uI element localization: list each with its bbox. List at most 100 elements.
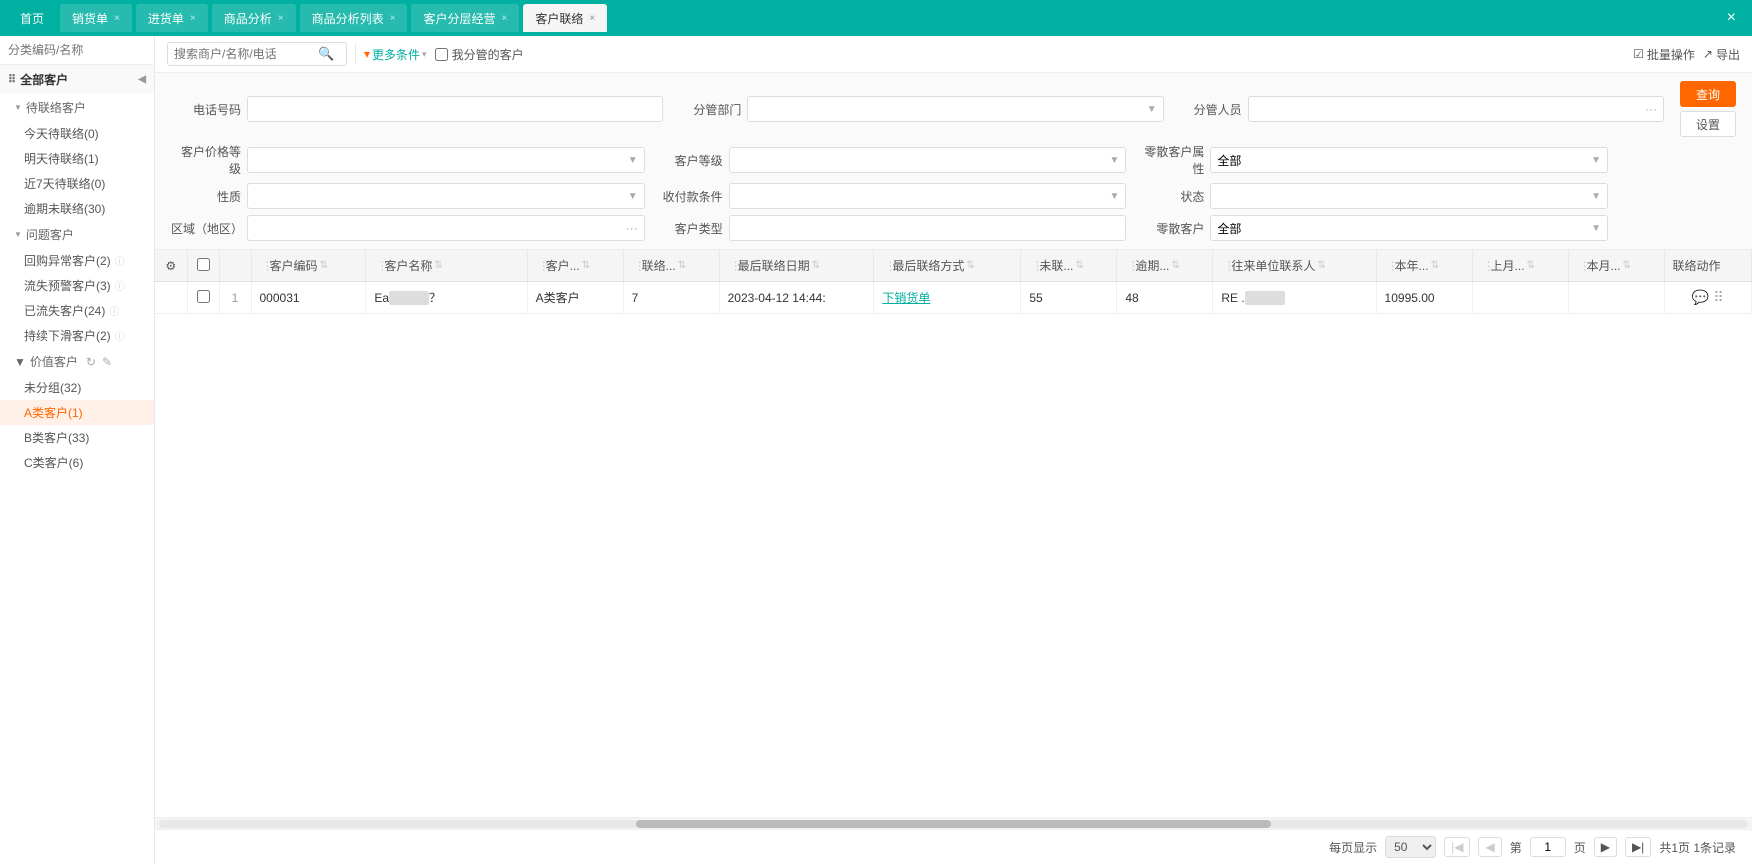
filter-person-select[interactable]: ··· xyxy=(1248,96,1664,122)
filter-dept-select[interactable]: ▼ xyxy=(747,96,1163,122)
filter-region-more[interactable]: ··· xyxy=(626,221,638,235)
row-checkbox[interactable] xyxy=(197,290,210,303)
filter-payment-select[interactable]: ▼ xyxy=(729,183,1127,209)
sidebar-problem-section: ▼ 问题客户 回购异常客户(2) ⓘ 流失预警客户(3) ⓘ 已流失客户(24)… xyxy=(0,221,154,348)
filter-nature-select[interactable]: ▼ xyxy=(247,183,645,209)
query-button[interactable]: 查询 xyxy=(1680,81,1736,107)
sidebar-item-declining[interactable]: 持续下滑客户(2) ⓘ xyxy=(0,323,154,348)
scrollbar-thumb[interactable] xyxy=(636,820,1272,828)
today-pending-label: 今天待联络(0) xyxy=(24,125,99,142)
nav-tab-purchase-close[interactable]: × xyxy=(190,13,196,24)
sidebar-item-churned[interactable]: 已流失客户(24) ⓘ xyxy=(0,298,154,323)
nav-tab-product-analysis-close[interactable]: × xyxy=(278,13,284,24)
sidebar-search-input[interactable] xyxy=(8,43,155,57)
my-customers-label: 我分管的客户 xyxy=(452,46,524,63)
th-last-contact-date-sort[interactable]: ⇅ xyxy=(812,260,820,271)
nav-tab-purchase[interactable]: 进货单 × xyxy=(136,4,208,32)
filter-customer-type-select[interactable] xyxy=(729,215,1127,241)
th-last-contact-method-sort[interactable]: ⇅ xyxy=(966,260,974,271)
th-checkbox xyxy=(187,250,219,282)
sidebar-collapse-icon[interactable]: ◀ xyxy=(138,74,146,85)
th-contact-sort[interactable]: ⇅ xyxy=(678,260,686,271)
nav-tab-home[interactable]: 首页 xyxy=(8,4,56,32)
td-name[interactable]: Ea ？ xyxy=(366,282,527,314)
qr-action-icon[interactable]: ⠿ xyxy=(1713,289,1723,306)
th-current-year-sort[interactable]: ⇅ xyxy=(1431,260,1439,271)
batch-ops-btn[interactable]: ☑ 批量操作 xyxy=(1633,46,1695,63)
th-category-sort[interactable]: ⇅ xyxy=(582,260,590,271)
filter-search-icon[interactable]: 🔍 xyxy=(318,46,334,62)
filter-retail-customer-select[interactable]: 全部 ▼ xyxy=(1210,215,1608,241)
value-refresh-icon[interactable]: ↻ xyxy=(86,355,96,369)
filter-more-btn[interactable]: ▾ 更多条件 ▾ xyxy=(364,46,427,63)
filter-price-level-arrow: ▼ xyxy=(628,155,638,166)
th-overdue-sort[interactable]: ⇅ xyxy=(1171,260,1179,271)
per-page-select[interactable]: 50 100 200 xyxy=(1385,836,1436,858)
value-edit-icon[interactable]: ✎ xyxy=(102,355,112,369)
next-page-btn[interactable]: ▶ xyxy=(1594,837,1617,857)
nav-tab-customer-segment[interactable]: 客户分层经营 × xyxy=(411,4,519,32)
first-page-btn[interactable]: |◀ xyxy=(1444,837,1470,857)
sidebar-item-today-pending[interactable]: 今天待联络(0) xyxy=(0,121,154,146)
sidebar-item-churn-warning[interactable]: 流失预警客户(3) ⓘ xyxy=(0,273,154,298)
nav-tab-sales-close[interactable]: × xyxy=(114,13,120,24)
sidebar-pending-group-title[interactable]: ▼ 待联络客户 xyxy=(0,94,154,121)
filter-region-label: 区域（地区） xyxy=(171,220,241,237)
page-input[interactable] xyxy=(1530,837,1566,857)
window-close-button[interactable]: × xyxy=(1719,9,1744,27)
settings-button[interactable]: 设置 xyxy=(1680,111,1736,137)
nav-tab-customer-segment-close[interactable]: × xyxy=(501,13,507,24)
th-last-contact-method-label: 最后联络方式 xyxy=(892,257,964,274)
filter-retail-attr-select[interactable]: 全部 ▼ xyxy=(1210,147,1608,173)
prev-page-btn[interactable]: ◀ xyxy=(1478,837,1501,857)
sidebar-item-tomorrow-pending[interactable]: 明天待联络(1) xyxy=(0,146,154,171)
th-code-sort[interactable]: ⇅ xyxy=(320,260,328,271)
sidebar-value-group-title[interactable]: ▼ 价值客户 ↻ ✎ xyxy=(0,348,154,375)
sidebar-item-overdue-contact[interactable]: 逾期未联络(30) xyxy=(0,196,154,221)
filter-search-input[interactable] xyxy=(174,47,314,61)
th-contact-action: 联络动作 xyxy=(1664,250,1752,282)
nav-tab-product-analysis-list-close[interactable]: × xyxy=(390,13,396,24)
th-company-contacts-sort[interactable]: ⇅ xyxy=(1317,260,1325,271)
sidebar-item-class-c[interactable]: C类客户(6) xyxy=(0,450,154,475)
sidebar-item-class-b[interactable]: B类客户(33) xyxy=(0,425,154,450)
filter-price-level-select[interactable]: ▼ xyxy=(247,147,645,173)
filter-phone-input[interactable] xyxy=(247,96,663,122)
comment-action-icon[interactable]: 💬 xyxy=(1692,289,1709,306)
nav-tab-product-analysis-list[interactable]: 商品分析列表 × xyxy=(300,4,408,32)
th-name-sort[interactable]: ⇅ xyxy=(434,260,442,271)
my-customers-checkbox[interactable] xyxy=(435,48,448,61)
horizontal-scrollbar[interactable] xyxy=(155,817,1752,829)
filter-customer-level-select[interactable]: ▼ xyxy=(729,147,1127,173)
filter-dept-arrow: ▼ xyxy=(1147,104,1157,115)
sidebar-item-class-a[interactable]: A类客户(1) xyxy=(0,400,154,425)
sidebar-problem-group-title[interactable]: ▼ 问题客户 xyxy=(0,221,154,248)
select-all-checkbox[interactable] xyxy=(197,258,210,271)
th-last-month-sort[interactable]: ⇅ xyxy=(1527,260,1535,271)
th-settings[interactable]: ⚙ xyxy=(155,250,187,282)
th-company-contacts: ⋮ 往来单位联系人 ⇅ xyxy=(1213,250,1376,282)
nav-tab-customer-contact-close[interactable]: × xyxy=(589,13,595,24)
sidebar: 🔍 ⠿ 全部客户 ◀ ▼ 待联络客户 今天待联络(0) 明天待联络(1) 近7天… xyxy=(0,36,155,864)
th-contact: ⋮ 联络... ⇅ xyxy=(623,250,719,282)
nav-tab-sales[interactable]: 销货单 × xyxy=(60,4,132,32)
th-no-contact-sort[interactable]: ⇅ xyxy=(1075,260,1083,271)
sidebar-item-unclassified[interactable]: 未分组(32) xyxy=(0,375,154,400)
td-last-contact-date: 2023-04-12 14:44: xyxy=(719,282,874,314)
filter-field-customer-level: 客户等级 ▼ xyxy=(653,147,1127,173)
sidebar-all-customers-header[interactable]: ⠿ 全部客户 ◀ xyxy=(0,65,154,94)
nav-tab-product-analysis[interactable]: 商品分析 × xyxy=(212,4,296,32)
last-page-btn[interactable]: ▶| xyxy=(1625,837,1651,857)
nav-tab-product-analysis-list-label: 商品分析列表 xyxy=(312,10,384,27)
th-this-month-sort[interactable]: ⇅ xyxy=(1623,260,1631,271)
sidebar-item-repurchase-abnormal[interactable]: 回购异常客户(2) ⓘ xyxy=(0,248,154,273)
filter-region-select[interactable]: ··· xyxy=(247,215,645,241)
export-btn[interactable]: ↗ 导出 xyxy=(1703,46,1740,63)
nav-tab-customer-contact[interactable]: 客户联络 × xyxy=(523,4,607,32)
scrollbar-track[interactable] xyxy=(159,820,1748,828)
sidebar-item-7day-pending[interactable]: 近7天待联络(0) xyxy=(0,171,154,196)
th-contact-action-label: 联络动作 xyxy=(1673,259,1721,273)
filter-person-more[interactable]: ··· xyxy=(1645,102,1657,116)
filter-status-select[interactable]: ▼ xyxy=(1210,183,1608,209)
last-contact-method-link[interactable]: 下销货单 xyxy=(882,291,930,305)
